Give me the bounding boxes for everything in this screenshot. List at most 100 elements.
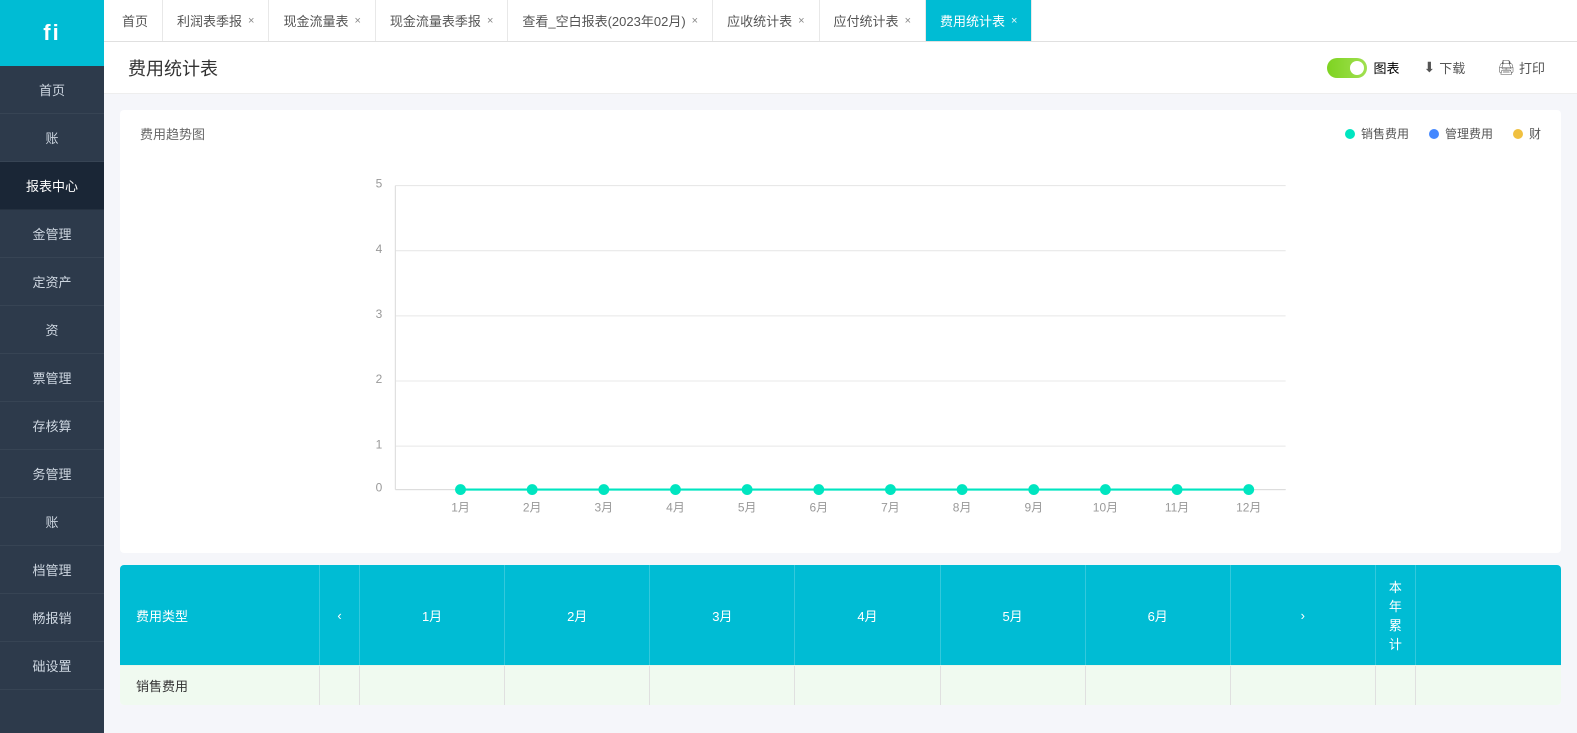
- legend-dot-admin: [1429, 129, 1439, 139]
- svg-text:1: 1: [376, 437, 383, 451]
- th-year-total: 本年累计: [1376, 565, 1416, 665]
- th-month-1: 1月: [360, 565, 505, 665]
- legend-label-sales: 销售费用: [1361, 125, 1409, 142]
- svg-text:5: 5: [376, 177, 383, 191]
- td-sales-m5: [941, 666, 1086, 705]
- chart-section: 费用趋势图 销售费用 管理费用 财: [120, 110, 1561, 553]
- tab-blank[interactable]: 查看_空白报表(2023年02月) ×: [508, 0, 713, 42]
- chart-header: 费用趋势图 销售费用 管理费用 财: [140, 124, 1541, 143]
- close-blank-tab[interactable]: ×: [692, 15, 698, 27]
- page-header: 费用统计表 图表 ⬇ 下载 🖨 打印: [104, 42, 1577, 94]
- sidebar-item-account2[interactable]: 账: [0, 498, 104, 546]
- sidebar-item-inventory[interactable]: 存核算: [0, 402, 104, 450]
- th-month-3: 3月: [650, 565, 795, 665]
- svg-text:0: 0: [376, 481, 383, 495]
- tab-payable[interactable]: 应付统计表 ×: [820, 0, 926, 42]
- th-month-6: 6月: [1086, 565, 1231, 665]
- tab-receivable[interactable]: 应收统计表 ×: [713, 0, 819, 42]
- td-nav-next-data: [1231, 666, 1376, 705]
- sidebar: fi 首页 账 报表中心 金管理 定资产 资 票管理 存核算 务管理 账 档管理…: [0, 0, 104, 733]
- svg-text:4: 4: [376, 242, 383, 256]
- prev-page-icon[interactable]: ‹: [337, 608, 341, 623]
- tab-profit[interactable]: 利润表季报 ×: [163, 0, 269, 42]
- sidebar-item-reports[interactable]: 报表中心: [0, 162, 104, 210]
- chart-title: 费用趋势图: [140, 124, 205, 143]
- svg-text:3月: 3月: [595, 500, 614, 514]
- tab-home[interactable]: 首页: [108, 0, 163, 42]
- sidebar-item-business[interactable]: 务管理: [0, 450, 104, 498]
- close-cashflow-tab[interactable]: ×: [354, 15, 360, 27]
- legend-label-finance: 财: [1529, 125, 1541, 142]
- tab-cashflow[interactable]: 现金流量表 ×: [269, 0, 375, 42]
- svg-text:2: 2: [376, 372, 383, 386]
- svg-text:4月: 4月: [666, 500, 685, 514]
- td-sales-m6: [1086, 666, 1231, 705]
- sidebar-item-settings[interactable]: 础设置: [0, 642, 104, 690]
- svg-text:7月: 7月: [881, 500, 900, 514]
- table-header-row: 费用类型 ‹ 1月 2月 3月 4月 5月 6月 › 本年累计: [120, 565, 1561, 665]
- sidebar-item-invoice[interactable]: 票管理: [0, 354, 104, 402]
- th-month-5: 5月: [941, 565, 1086, 665]
- td-type-sales: 销售费用: [120, 666, 320, 705]
- svg-text:9月: 9月: [1024, 500, 1043, 514]
- tab-expense[interactable]: 费用统计表 ×: [926, 0, 1032, 42]
- td-nav-prev-data: [320, 666, 360, 705]
- next-page-icon[interactable]: ›: [1301, 608, 1305, 623]
- legend-admin: 管理费用: [1429, 125, 1493, 142]
- svg-text:5月: 5月: [738, 500, 757, 514]
- svg-text:12月: 12月: [1236, 500, 1261, 514]
- tab-bar: 首页 利润表季报 × 现金流量表 × 现金流量表季报 × 查看_空白报表(202…: [104, 0, 1577, 42]
- legend-label-admin: 管理费用: [1445, 125, 1493, 142]
- toggle-wrap: 图表: [1327, 58, 1399, 78]
- legend-dot-finance: [1513, 129, 1523, 139]
- th-type: 费用类型: [120, 565, 320, 665]
- td-sales-ytd: [1376, 666, 1416, 705]
- close-receivable-tab[interactable]: ×: [798, 15, 804, 27]
- page-content: 费用统计表 图表 ⬇ 下载 🖨 打印 费用趋势图: [104, 42, 1577, 733]
- svg-text:2月: 2月: [523, 500, 542, 514]
- toggle-label: 图表: [1373, 58, 1399, 77]
- sidebar-item-finance[interactable]: 金管理: [0, 210, 104, 258]
- close-payable-tab[interactable]: ×: [905, 15, 911, 27]
- svg-text:6月: 6月: [809, 500, 828, 514]
- tab-cashflow-q[interactable]: 现金流量表季报 ×: [376, 0, 508, 42]
- download-button[interactable]: ⬇ 下载: [1415, 54, 1473, 81]
- chart-legend: 销售费用 管理费用 财: [1345, 125, 1541, 142]
- close-cashflow-q-tab[interactable]: ×: [487, 15, 493, 27]
- legend-sales: 销售费用: [1345, 125, 1409, 142]
- main-area: 首页 利润表季报 × 现金流量表 × 现金流量表季报 × 查看_空白报表(202…: [104, 0, 1577, 733]
- sidebar-item-assets[interactable]: 定资产: [0, 258, 104, 306]
- sidebar-item-home[interactable]: 首页: [0, 66, 104, 114]
- td-sales-m3: [650, 666, 795, 705]
- expense-table: 费用类型 ‹ 1月 2月 3月 4月 5月 6月 › 本年累计 销售费用: [120, 565, 1561, 705]
- th-nav-prev[interactable]: ‹: [320, 565, 360, 665]
- chart-canvas: 5 4 3 2 1 0: [140, 153, 1541, 533]
- svg-text:10月: 10月: [1093, 500, 1118, 514]
- sidebar-item-capital[interactable]: 资: [0, 306, 104, 354]
- close-expense-tab[interactable]: ×: [1011, 15, 1017, 27]
- download-icon: ⬇: [1423, 59, 1435, 76]
- svg-text:8月: 8月: [953, 500, 972, 514]
- svg-text:3: 3: [376, 307, 383, 321]
- svg-text:1月: 1月: [451, 500, 470, 514]
- sidebar-item-account[interactable]: 账: [0, 114, 104, 162]
- td-sales-m2: [505, 666, 650, 705]
- page-title: 费用统计表: [128, 55, 218, 81]
- sidebar-item-expense-reimbursement[interactable]: 畅报销: [0, 594, 104, 642]
- close-profit-tab[interactable]: ×: [248, 15, 254, 27]
- th-month-2: 2月: [505, 565, 650, 665]
- svg-text:11月: 11月: [1165, 500, 1189, 514]
- td-sales-m1: [360, 666, 505, 705]
- legend-dot-sales: [1345, 129, 1355, 139]
- legend-finance: 财: [1513, 125, 1541, 142]
- print-icon: 🖨: [1497, 59, 1515, 76]
- header-actions: 图表 ⬇ 下载 🖨 打印: [1327, 54, 1553, 81]
- th-month-4: 4月: [795, 565, 940, 665]
- th-nav-next[interactable]: ›: [1231, 565, 1376, 665]
- table-row: 销售费用: [120, 665, 1561, 705]
- sidebar-logo: fi: [0, 0, 104, 66]
- sidebar-item-archive[interactable]: 档管理: [0, 546, 104, 594]
- print-button[interactable]: 🖨 打印: [1489, 54, 1553, 81]
- chart-toggle[interactable]: [1327, 58, 1367, 78]
- td-sales-m4: [795, 666, 940, 705]
